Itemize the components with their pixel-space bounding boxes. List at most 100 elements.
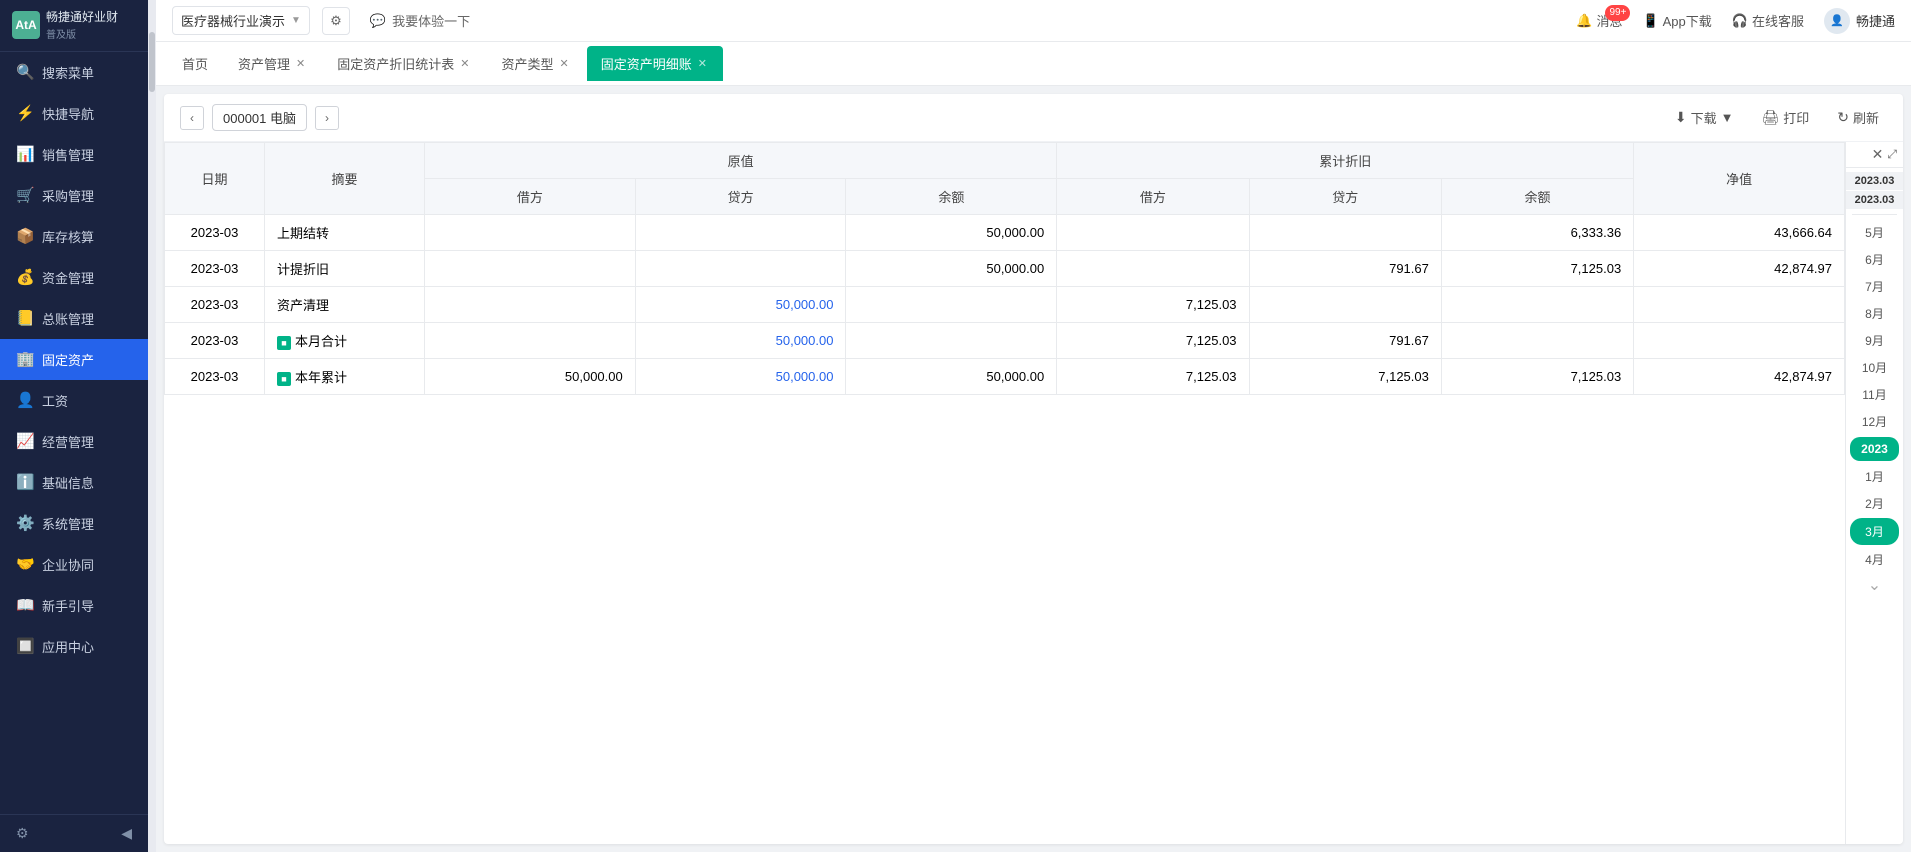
timeline-month[interactable]: 8月 — [1846, 300, 1903, 327]
service-label: 在线客服 — [1752, 11, 1804, 30]
sidebar-footer: ⚙ ◀ — [0, 814, 148, 852]
tab-home[interactable]: 首页 — [168, 46, 222, 81]
row-type-icon: ■ — [277, 336, 291, 350]
timeline-month[interactable]: 12月 — [1846, 408, 1903, 435]
experience-btn[interactable]: 💬 我要体验一下 — [370, 11, 470, 30]
cell-orig-balance: 50,000.00 — [846, 359, 1057, 395]
apps-icon: 🔲 — [16, 637, 34, 655]
sidebar-item-apps[interactable]: 🔲应用中心 — [0, 626, 148, 667]
sidebar-item-purchase[interactable]: 🛒采购管理 — [0, 175, 148, 216]
sidebar-item-payroll[interactable]: 👤 工资 — [0, 380, 148, 421]
cell-net-value — [1634, 323, 1845, 359]
notifications-btn[interactable]: 🔔 消息 99+ — [1576, 11, 1622, 30]
timeline-down-chevron[interactable]: ⌄ — [1866, 573, 1883, 597]
timeline-month[interactable]: 5月 — [1846, 219, 1903, 246]
user-btn[interactable]: 👤 畅捷通 — [1824, 8, 1895, 34]
sidebar-item-finance[interactable]: 💰资金管理 — [0, 257, 148, 298]
table-container: 日期 摘要 原值 累计折旧 净值 借方 贷方 余额 借方 贷方 余额 — [164, 142, 1903, 844]
download-icon: 📱 — [1642, 13, 1658, 29]
tab-close-asset_detail[interactable]: ✕ — [696, 56, 709, 71]
search-icon: 🔍 — [16, 63, 34, 81]
tab-close-depreciation_stat[interactable]: ✕ — [458, 56, 471, 71]
orig-credit-header: 贷方 — [635, 179, 846, 215]
sidebar-scrollbar[interactable] — [148, 0, 156, 852]
collapse-icon[interactable]: ◀ — [121, 825, 132, 842]
topbar: 医疗器械行业演示 ▼ ⚙ 💬 我要体验一下 🔔 消息 99+ 📱 App下载 🎧… — [156, 0, 1911, 42]
sidebar-item-inventory[interactable]: 📦库存核算 — [0, 216, 148, 257]
timeline-month[interactable]: 7月 — [1846, 273, 1903, 300]
app-selector[interactable]: 医疗器械行业演示 ▼ — [172, 6, 310, 35]
timeline-month[interactable]: 3月 — [1850, 518, 1899, 545]
sidebar-item-sales[interactable]: 📊销售管理 — [0, 134, 148, 175]
refresh-button[interactable]: ↻ 刷新 — [1829, 104, 1887, 131]
timeline-month[interactable]: 9月 — [1846, 327, 1903, 354]
timeline-close-icon[interactable]: ✕ — [1872, 146, 1884, 163]
cell-dep-debit: 7,125.03 — [1057, 287, 1249, 323]
timeline-month[interactable]: 11月 — [1846, 381, 1903, 408]
timeline-year[interactable]: 2023 — [1850, 437, 1899, 461]
download-button[interactable]: ⬇ 下载 ▼ — [1667, 104, 1742, 131]
finance-icon: 💰 — [16, 268, 34, 286]
user-name: 畅捷通 — [1856, 11, 1895, 30]
sidebar-logo: AtA 畅捷通好业财 普及版 — [0, 0, 148, 52]
ledger-table: 日期 摘要 原值 累计折旧 净值 借方 贷方 余额 借方 贷方 余额 — [164, 142, 1845, 395]
cell-orig-debit — [425, 215, 636, 251]
cell-dep-debit — [1057, 215, 1249, 251]
experience-icon: 💬 — [370, 13, 386, 29]
sidebar-item-operations[interactable]: 📈经营管理 — [0, 421, 148, 462]
tab-depreciation_stat[interactable]: 固定资产折旧统计表 ✕ — [323, 46, 485, 81]
tab-asset_mgmt[interactable]: 资产管理✕ — [224, 46, 321, 81]
user-avatar: 👤 — [1824, 8, 1850, 34]
table-row: 2023-03 ■本月合计 50,000.00 7,125.03 791.67 — [165, 323, 1845, 359]
cell-date: 2023-03 — [165, 359, 265, 395]
quick_nav-icon: ⚡ — [16, 104, 34, 122]
sidebar-item-guide[interactable]: 📖新手引导 — [0, 585, 148, 626]
sidebar-item-search[interactable]: 🔍搜索菜单 — [0, 52, 148, 93]
payroll-icon: 👤 — [16, 391, 34, 409]
next-asset-button[interactable]: › — [315, 106, 339, 130]
dep-balance-header: 余额 — [1441, 179, 1633, 215]
table-row: 2023-03 ■本年累计 50,000.00 50,000.00 50,000… — [165, 359, 1845, 395]
tab-close-asset_mgmt[interactable]: ✕ — [294, 56, 307, 71]
service-btn[interactable]: 🎧 在线客服 — [1732, 11, 1804, 30]
timeline-month[interactable]: 10月 — [1846, 354, 1903, 381]
print-icon: 🖨 — [1761, 109, 1779, 126]
cell-dep-balance: 7,125.03 — [1441, 251, 1633, 287]
tab-asset_type[interactable]: 资产类型✕ — [487, 46, 584, 81]
timeline-month[interactable]: 2月 — [1846, 490, 1903, 517]
timeline-month[interactable]: 4月 — [1846, 546, 1903, 573]
dep-debit-header: 借方 — [1057, 179, 1249, 215]
sidebar-label-payroll: 工资 — [42, 391, 68, 410]
col-accumulated-depreciation: 累计折旧 — [1057, 143, 1634, 179]
cell-orig-debit — [425, 287, 636, 323]
cell-dep-credit: 791.67 — [1249, 323, 1441, 359]
cell-dep-credit — [1249, 215, 1441, 251]
timeline-month[interactable]: 1月 — [1846, 463, 1903, 490]
sidebar-item-ledger[interactable]: 📒总账管理 — [0, 298, 148, 339]
cell-date: 2023-03 — [165, 323, 265, 359]
sidebar-item-cooperation[interactable]: 🤝企业协同 — [0, 544, 148, 585]
prev-asset-button[interactable]: ‹ — [180, 106, 204, 130]
tab-asset_detail[interactable]: 固定资产明细账✕ — [587, 46, 723, 81]
cell-dep-balance — [1441, 287, 1633, 323]
settings-icon[interactable]: ⚙ — [16, 825, 29, 842]
experience-label: 我要体验一下 — [392, 11, 470, 30]
tab-close-asset_type[interactable]: ✕ — [558, 56, 571, 71]
topbar-settings-button[interactable]: ⚙ — [322, 7, 350, 35]
sidebar-item-basic_info[interactable]: ℹ️基础信息 — [0, 462, 148, 503]
cell-description: 资产清理 — [265, 287, 425, 323]
cell-orig-debit: 50,000.00 — [425, 359, 636, 395]
sidebar-label-cooperation: 企业协同 — [42, 555, 94, 574]
cell-orig-credit: 50,000.00 — [635, 359, 846, 395]
sidebar-item-quick_nav[interactable]: ⚡快捷导航 — [0, 93, 148, 134]
download-btn[interactable]: 📱 App下载 — [1642, 11, 1711, 30]
app-logo-icon: AtA — [12, 11, 40, 39]
timeline-month[interactable]: 6月 — [1846, 246, 1903, 273]
sidebar-item-system[interactable]: ⚙️系统管理 — [0, 503, 148, 544]
sidebar-item-fixed_assets[interactable]: 🏢固定资产 — [0, 339, 148, 380]
print-button[interactable]: 🖨 打印 — [1753, 104, 1817, 131]
refresh-icon: ↻ — [1837, 109, 1849, 126]
timeline-expand-icon[interactable]: ⤢ — [1887, 147, 1897, 162]
tab-label-depreciation_stat: 固定资产折旧统计表 — [337, 54, 454, 73]
cell-description: ■本年累计 — [265, 359, 425, 395]
